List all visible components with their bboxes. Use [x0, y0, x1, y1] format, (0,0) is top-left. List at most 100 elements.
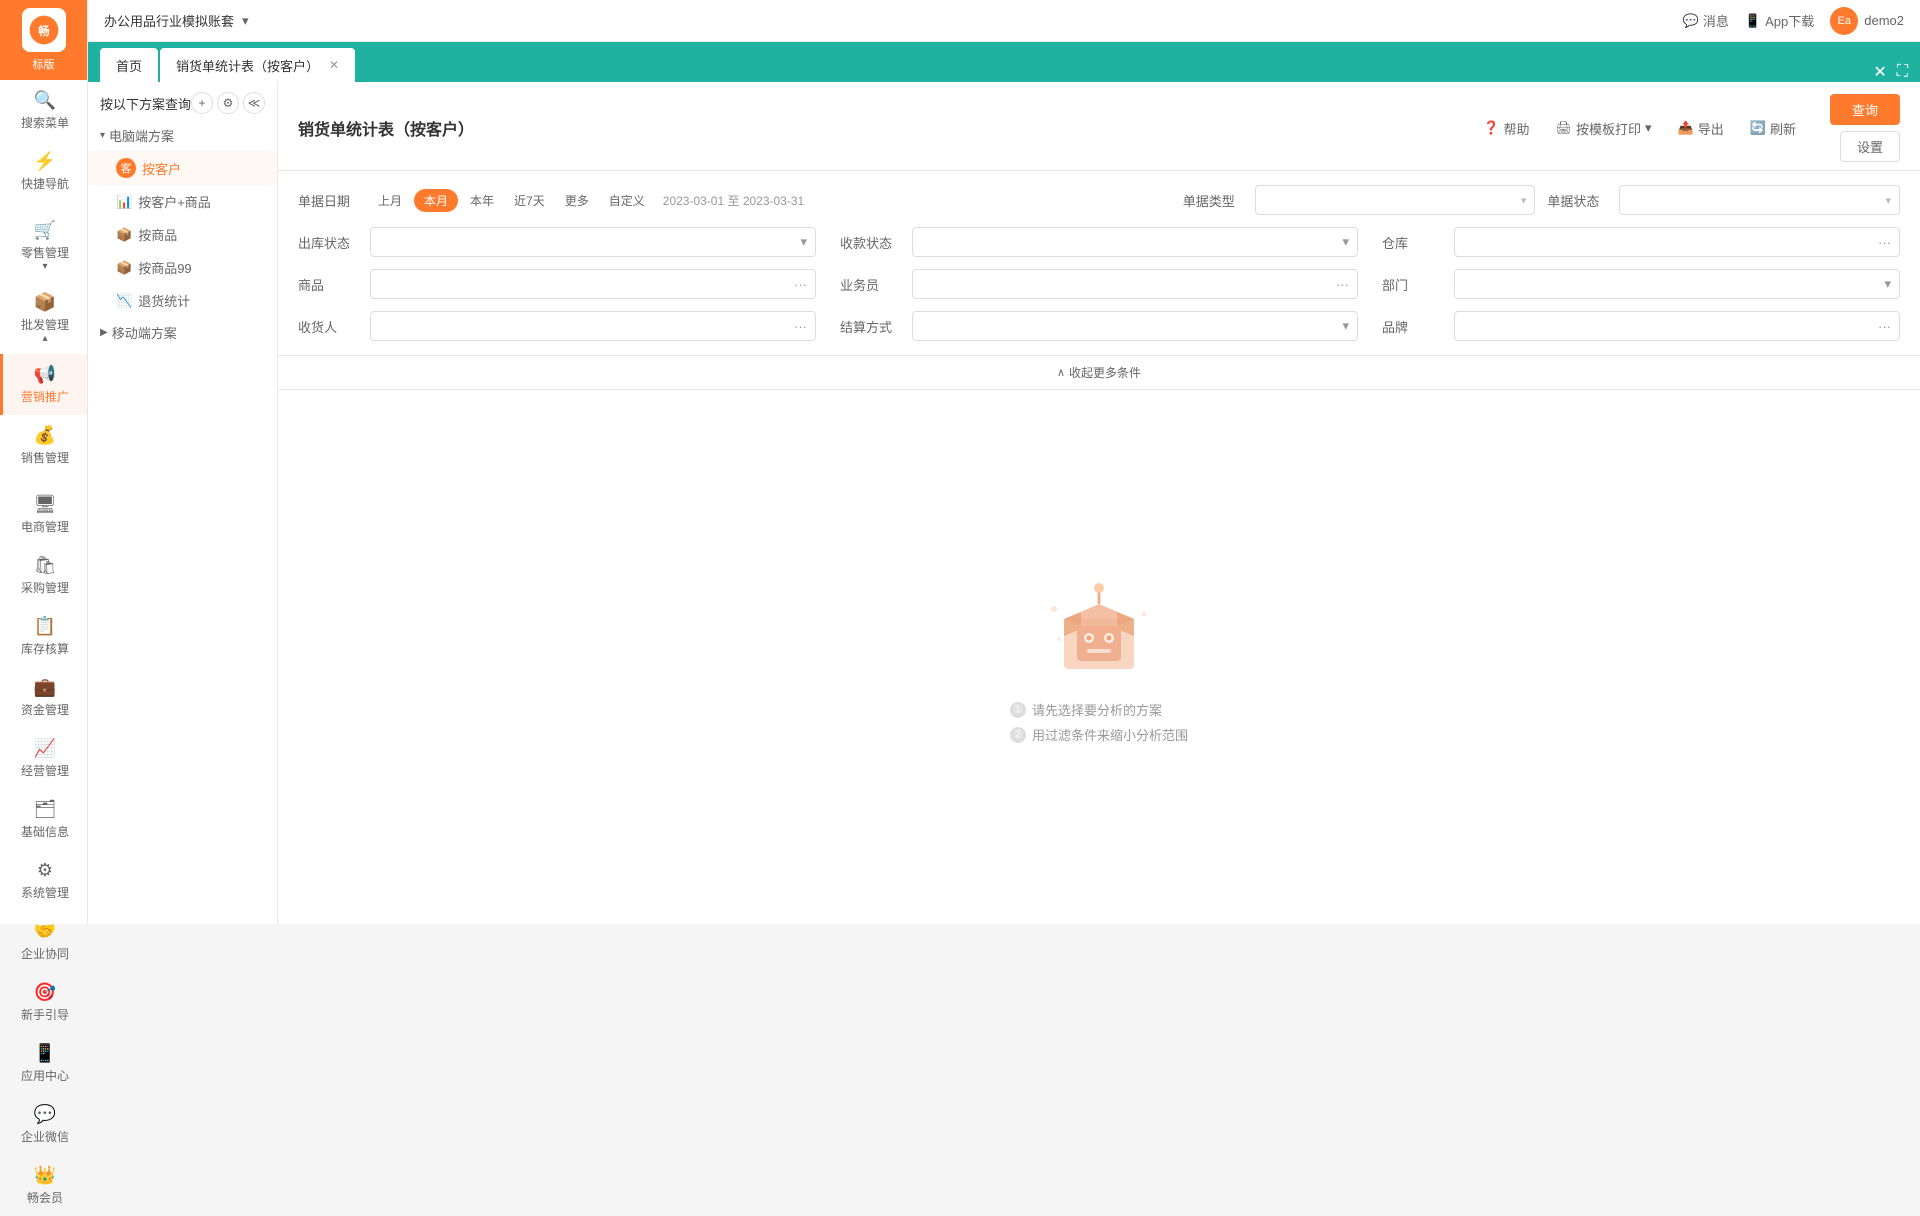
sidebar-item-sales[interactable]: 💰 销售管理 [0, 415, 87, 476]
sidebar-item-system-label: 系统管理 [21, 884, 69, 901]
sidebar-item-wechat[interactable]: 💬 企业微信 [0, 1094, 87, 1155]
sidebar-item-purchase[interactable]: 🛍 采购管理 [0, 545, 87, 606]
order-type-arrow: ▾ [1521, 194, 1527, 207]
close-tab-btn[interactable]: ✕ [1873, 62, 1886, 82]
member-icon: 👑 [34, 1165, 56, 1186]
print-dropdown-icon: ▾ [1645, 120, 1652, 136]
scheme-return-label: 退货统计 [138, 291, 190, 310]
order-type-select[interactable]: ▾ [1255, 185, 1536, 215]
settings-button[interactable]: 设置 [1840, 131, 1900, 162]
print-label: 按模板打印 [1576, 119, 1641, 138]
maximize-btn[interactable]: ⛶ [1897, 63, 1908, 81]
sidebar-item-operations[interactable]: 📈 经营管理 [0, 728, 87, 789]
scheme-collapse-btn[interactable]: ≪ [243, 92, 265, 114]
stock-out-select[interactable]: ▾ [370, 227, 816, 257]
sidebar-item-wholesale[interactable]: 📦 批发管理 ▴ [0, 282, 87, 354]
empty-icon [1039, 564, 1159, 684]
cooperation-icon: 🤝 [34, 921, 56, 942]
page-actions: ❓ 帮助 🖨 按模板打印 ▾ 📤 导出 🔄 刷新 [1475, 94, 1900, 162]
scheme-title: 按以下方案查询 [100, 94, 191, 113]
sidebar-item-search[interactable]: 🔍 搜索菜单 [0, 80, 87, 141]
tab-sales-stats[interactable]: 销货单统计表（按客户） ✕ [160, 48, 355, 82]
collapse-text: 收起更多条件 [1069, 364, 1141, 381]
tip-item-1: ① 请先选择要分析的方案 [1010, 700, 1188, 719]
logo-image: 畅 [22, 8, 66, 52]
scheme-settings-btn[interactable]: ⚙ [217, 92, 239, 114]
app-name-dropdown-icon[interactable]: ▾ [242, 13, 249, 29]
header-right: 💬 消息 📱 App下载 Ea demo2 [1683, 7, 1904, 35]
sidebar-item-app-center[interactable]: 📱 应用中心 [0, 1033, 87, 1094]
collapse-bar[interactable]: ∧ 收起更多条件 [278, 356, 1920, 390]
order-status-arrow: ▾ [1885, 194, 1891, 207]
scheme-item-by-goods[interactable]: 📦 按商品 [88, 218, 277, 251]
help-btn[interactable]: ❓ 帮助 [1475, 115, 1537, 142]
sidebar-item-quick-nav[interactable]: ⚡ 快捷导航 [0, 141, 87, 202]
sidebar-item-system[interactable]: ⚙ 系统管理 [0, 850, 87, 911]
help-label: 帮助 [1504, 119, 1530, 138]
goods-select[interactable]: ··· [370, 269, 816, 299]
scheme-add-btn[interactable]: + [191, 92, 213, 114]
sales-person-select[interactable]: ··· [912, 269, 1358, 299]
scheme-group-desktop-header[interactable]: ▾ 电脑端方案 [88, 120, 277, 151]
page-header: 销货单统计表（按客户） ❓ 帮助 🖨 按模板打印 ▾ 📤 导出 [278, 82, 1920, 171]
sidebar-item-cooperation[interactable]: 🤝 企业协同 [0, 911, 87, 972]
sidebar-item-ecommerce[interactable]: 🖥 电商管理 [0, 484, 87, 545]
sidebar-item-retail[interactable]: 🛒 零售管理 ▾ [0, 210, 87, 282]
sidebar-item-basic-info-label: 基础信息 [21, 823, 69, 840]
content-area: 按以下方案查询 + ⚙ ≪ ▾ 电脑端方案 客 按客户 📊 按 [88, 82, 1920, 924]
scheme-panel: 按以下方案查询 + ⚙ ≪ ▾ 电脑端方案 客 按客户 📊 按 [88, 82, 278, 924]
tab-close-icon[interactable]: ✕ [329, 58, 339, 72]
last-7-btn[interactable]: 近7天 [506, 189, 553, 212]
scheme-item-return-stats[interactable]: 📉 退货统计 [88, 284, 277, 317]
user-profile[interactable]: Ea demo2 [1830, 7, 1904, 35]
scheme-goods99-icon: 📦 [116, 260, 132, 276]
sidebar-item-marketing[interactable]: 📢 营销推广 [0, 354, 87, 415]
sidebar-item-member-label: 畅会员 [27, 1189, 63, 1206]
sales-person-label: 业务员 [840, 275, 912, 294]
this-month-btn[interactable]: 本月 [414, 189, 458, 212]
print-btn[interactable]: 🖨 按模板打印 ▾ [1548, 115, 1660, 142]
warehouse-select[interactable]: ··· [1454, 227, 1900, 257]
export-btn[interactable]: 📤 导出 [1670, 115, 1732, 142]
wholesale-expand-icon: ▴ [42, 333, 47, 344]
scheme-item-customer-goods[interactable]: 📊 按客户+商品 [88, 185, 277, 218]
more-btn[interactable]: 更多 [557, 189, 597, 212]
tab-home[interactable]: 首页 [100, 48, 158, 82]
sidebar-item-quick-nav-label: 快捷导航 [21, 175, 69, 192]
scheme-customer-goods-icon: 📊 [116, 194, 132, 210]
scheme-actions: + ⚙ ≪ [191, 92, 265, 114]
date-shortcuts: 上月 本月 本年 近7天 更多 自定义 2023-03-01 至 2023-03… [370, 189, 804, 212]
sidebar-item-inventory[interactable]: 📋 库存核算 [0, 606, 87, 667]
scheme-item-by-customer[interactable]: 客 按客户 [88, 151, 277, 185]
department-select[interactable]: ▾ [1454, 269, 1900, 299]
brand-select[interactable]: ··· [1454, 311, 1900, 341]
message-btn[interactable]: 💬 消息 [1683, 11, 1729, 30]
department-label: 部门 [1382, 275, 1454, 294]
sidebar-item-cooperation-label: 企业协同 [21, 945, 69, 962]
sidebar-item-member[interactable]: 👑 畅会员 [0, 1155, 87, 1216]
refresh-btn[interactable]: 🔄 刷新 [1742, 115, 1804, 142]
app-logo[interactable]: 畅 标版 [0, 0, 87, 80]
scheme-item-by-goods-99[interactable]: 📦 按商品99 [88, 251, 277, 284]
this-year-btn[interactable]: 本年 [462, 189, 502, 212]
brand-label: 品牌 [1382, 317, 1454, 336]
inventory-icon: 📋 [34, 616, 56, 637]
custom-btn[interactable]: 自定义 [601, 189, 653, 212]
app-download-btn[interactable]: 📱 App下载 [1745, 11, 1814, 30]
last-month-btn[interactable]: 上月 [370, 189, 410, 212]
scheme-group-mobile-header[interactable]: ▶ 移动端方案 [88, 317, 277, 348]
query-button[interactable]: 查询 [1830, 94, 1900, 125]
basic-info-icon: 🗂 [34, 799, 57, 820]
payment-status-select[interactable]: ▾ [912, 227, 1358, 257]
payment-method-select[interactable]: ▾ [912, 311, 1358, 341]
sidebar-item-retail-label: 零售管理 [21, 244, 69, 261]
order-status-select[interactable]: ▾ [1619, 185, 1900, 215]
empty-state: ① 请先选择要分析的方案 ② 用过滤条件来缩小分析范围 [278, 390, 1920, 924]
filter-row-3: 商品 ··· 业务员 ··· [298, 269, 1900, 299]
consignee-select[interactable]: ··· [370, 311, 816, 341]
sidebar-item-finance[interactable]: 💼 资金管理 [0, 667, 87, 728]
export-icon: 📤 [1678, 120, 1694, 136]
department-cell: 部门 ▾ [1382, 269, 1900, 299]
sidebar-item-guide[interactable]: 🎯 新手引导 [0, 972, 87, 1033]
sidebar-item-basic-info[interactable]: 🗂 基础信息 [0, 789, 87, 850]
